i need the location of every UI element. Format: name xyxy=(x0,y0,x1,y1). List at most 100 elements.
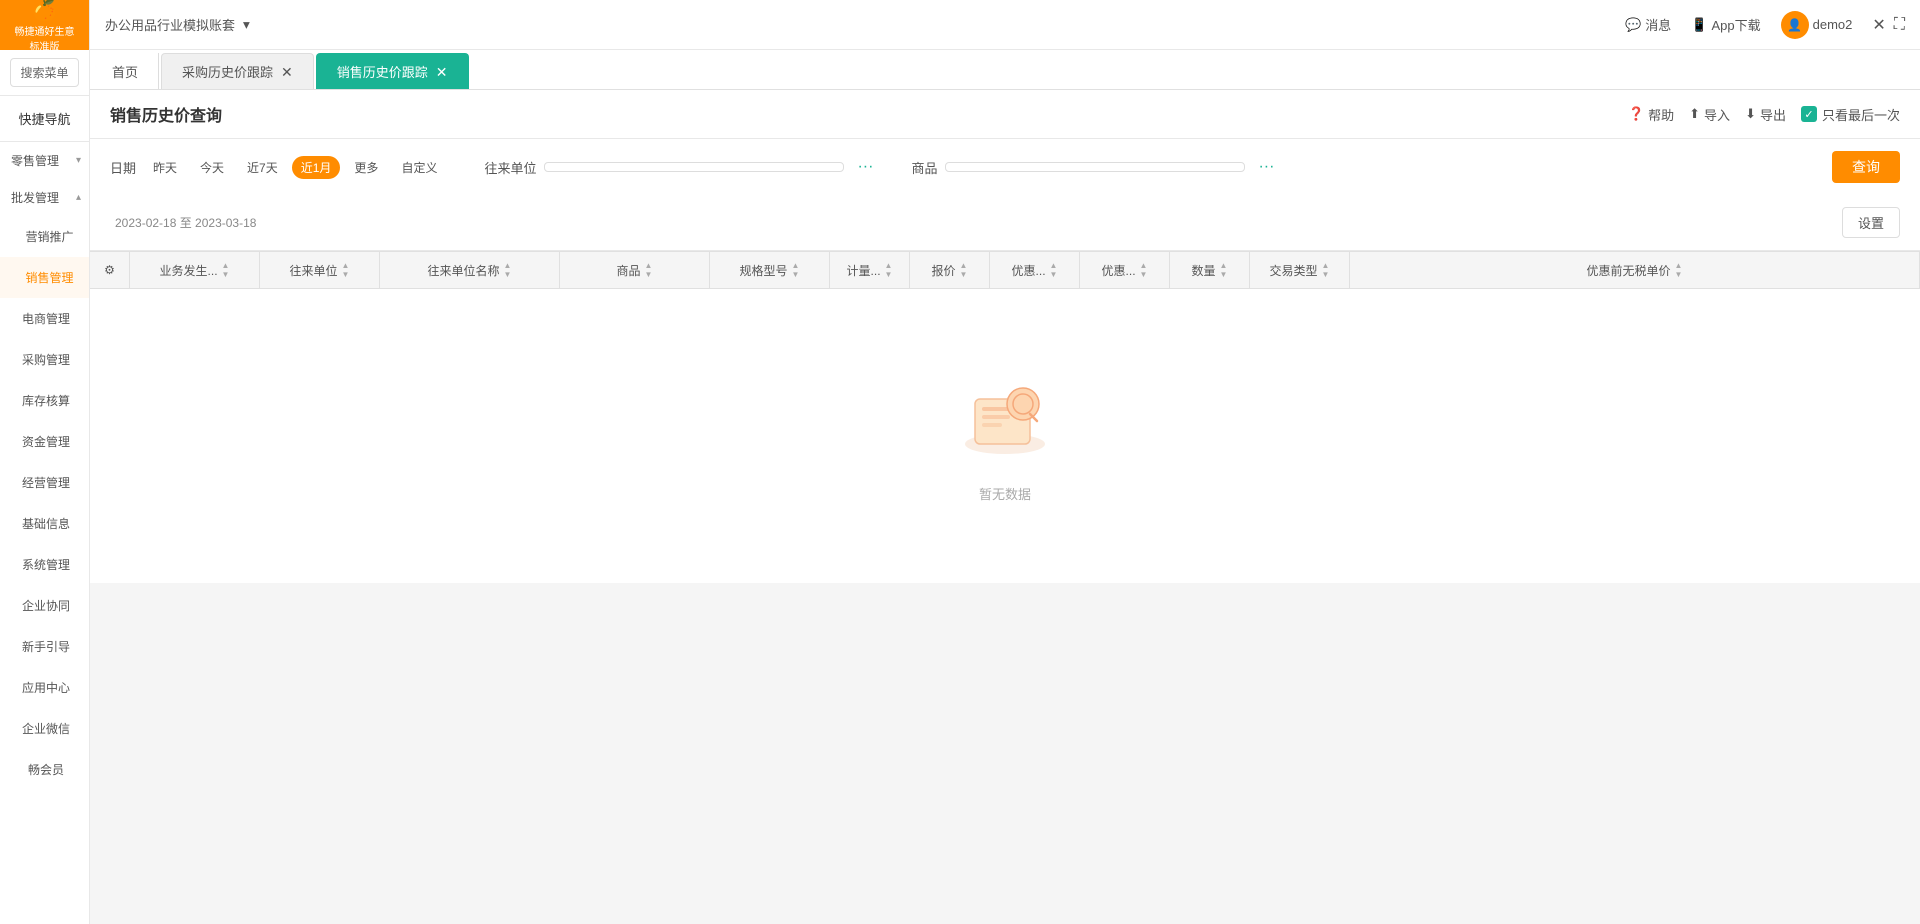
th-product[interactable]: 商品 ▲▼ xyxy=(560,252,710,288)
sidebar-item-enterprise[interactable]: 企业协同 xyxy=(0,585,89,626)
product-input[interactable] xyxy=(945,162,1245,172)
date-btn-7days[interactable]: 近7天 xyxy=(238,156,287,179)
only-last-checkbox-label[interactable]: ✓ 只看最后一次 xyxy=(1801,105,1900,124)
filter-row-2: 2023-02-18 至 2023-03-18 设置 xyxy=(110,207,1900,238)
th-spec[interactable]: 规格型号 ▲▼ xyxy=(710,252,830,288)
avatar: 👤 xyxy=(1781,11,1809,39)
only-last-checkbox[interactable]: ✓ xyxy=(1801,106,1817,122)
sort-icon-partner: ▲▼ xyxy=(342,262,350,279)
sidebar-search-area: 搜索菜单 xyxy=(0,50,89,96)
sidebar-item-finance-label: 资金管理 xyxy=(22,433,70,450)
sidebar-item-system[interactable]: 系统管理 xyxy=(0,544,89,585)
app-download-label: App下载 xyxy=(1712,15,1761,34)
th-price[interactable]: 报价 ▲▼ xyxy=(910,252,990,288)
sidebar-item-purchase[interactable]: 采购管理 xyxy=(0,339,89,380)
sort-icon-trade: ▲▼ xyxy=(1322,262,1330,279)
sidebar-item-apps[interactable]: 应用中心 xyxy=(0,667,89,708)
th-discount1[interactable]: 优惠... ▲▼ xyxy=(990,252,1080,288)
th-trade-label: 交易类型 xyxy=(1270,262,1318,279)
sidebar-item-retail-label: 零售管理 xyxy=(11,152,59,169)
window-controls: ✕ ⛶ xyxy=(1872,15,1905,35)
tab-purchase-close-icon[interactable]: ✕ xyxy=(281,65,293,79)
sidebar-item-wechat-label: 企业微信 xyxy=(22,720,70,737)
tab-sales-history[interactable]: 销售历史价跟踪 ✕ xyxy=(316,53,469,89)
th-discount2[interactable]: 优惠... ▲▼ xyxy=(1080,252,1170,288)
topbar-dropdown-button[interactable]: ▾ xyxy=(243,17,250,33)
main-area: 办公用品行业模拟账套 ▾ 💬 消息 📱 App下载 👤 demo2 ✕ ⛶ xyxy=(90,0,1920,924)
sort-icon-qty: ▲▼ xyxy=(1220,262,1228,279)
tab-purchase-history[interactable]: 采购历史价跟踪 ✕ xyxy=(161,53,314,89)
partner-dots[interactable]: ··· xyxy=(857,158,873,176)
tab-sales-close-icon[interactable]: ✕ xyxy=(436,65,448,79)
help-button[interactable]: ❓ 帮助 xyxy=(1628,105,1674,124)
th-gear[interactable]: ⚙ xyxy=(90,252,130,288)
sidebar-item-operations[interactable]: 经营管理 xyxy=(0,462,89,503)
sidebar-item-system-label: 系统管理 xyxy=(22,556,70,573)
sidebar-item-purchase-label: 采购管理 xyxy=(22,351,70,368)
sidebar-item-membership[interactable]: 畅会员 xyxy=(0,749,89,790)
sidebar-item-basic[interactable]: 基础信息 xyxy=(0,503,89,544)
user-area[interactable]: 👤 demo2 xyxy=(1781,11,1853,39)
topbar-right: 💬 消息 📱 App下载 👤 demo2 ✕ ⛶ xyxy=(1625,11,1905,39)
th-discount1-label: 优惠... xyxy=(1012,262,1046,279)
sort-icon-price: ▲▼ xyxy=(960,262,968,279)
export-label: 导出 xyxy=(1760,105,1786,124)
setting-button[interactable]: 设置 xyxy=(1842,207,1900,238)
empty-text: 暂无数据 xyxy=(979,484,1031,503)
product-dots[interactable]: ··· xyxy=(1258,158,1274,176)
sidebar-item-marketing[interactable]: 营销推广 xyxy=(0,216,89,257)
th-qty-label: 数量 xyxy=(1192,262,1216,279)
maximize-window-button[interactable]: ⛶ xyxy=(1894,16,1905,34)
sort-icon-pretax: ▲▼ xyxy=(1675,262,1683,279)
message-label: 消息 xyxy=(1645,15,1671,34)
sidebar-item-sales-mgmt[interactable]: 销售管理 xyxy=(0,257,89,298)
th-partner[interactable]: 往来单位 ▲▼ xyxy=(260,252,380,288)
partner-input[interactable] xyxy=(544,162,844,172)
filter-row-1: 日期 昨天 今天 近7天 近1月 更多 自定义 往来单位 ··· xyxy=(110,151,1900,183)
th-business[interactable]: 业务发生... ▲▼ xyxy=(130,252,260,288)
close-window-button[interactable]: ✕ xyxy=(1872,15,1885,35)
sidebar-item-retail[interactable]: 零售管理 ▾ xyxy=(0,142,89,179)
product-filter-label: 商品 xyxy=(911,158,937,177)
th-qty[interactable]: 数量 ▲▼ xyxy=(1170,252,1250,288)
help-label: 帮助 xyxy=(1648,105,1674,124)
sidebar-item-wechat[interactable]: 企业微信 xyxy=(0,708,89,749)
search-menu-button[interactable]: 搜索菜单 xyxy=(10,58,79,87)
sidebar-item-finance[interactable]: 资金管理 xyxy=(0,421,89,462)
topbar-left: 办公用品行业模拟账套 ▾ xyxy=(105,15,250,34)
product-filter: 商品 ··· xyxy=(911,158,1274,177)
sidebar-item-newbie[interactable]: 新手引导 xyxy=(0,626,89,667)
table-header: ⚙ 业务发生... ▲▼ 往来单位 ▲▼ 往来单位名称 ▲▼ 商品 ▲▼ xyxy=(90,251,1920,289)
th-partner-name[interactable]: 往来单位名称 ▲▼ xyxy=(380,252,560,288)
sort-icon-spec: ▲▼ xyxy=(792,262,800,279)
export-icon: ⬇ xyxy=(1745,106,1756,122)
date-btn-1month[interactable]: 近1月 xyxy=(292,156,341,179)
tab-home[interactable]: 首页 xyxy=(92,53,159,89)
page-title: 销售历史价查询 xyxy=(110,102,222,126)
sidebar-item-ecommerce[interactable]: 电商管理 xyxy=(0,298,89,339)
import-button[interactable]: ⬆ 导入 xyxy=(1689,105,1730,124)
app-download-button[interactable]: 📱 App下载 xyxy=(1691,15,1760,34)
query-button[interactable]: 查询 xyxy=(1832,151,1900,183)
sidebar-item-inventory[interactable]: 库存核算 xyxy=(0,380,89,421)
th-unit-label: 计量... xyxy=(847,262,881,279)
topbar-title: 办公用品行业模拟账套 xyxy=(105,15,235,34)
message-button[interactable]: 💬 消息 xyxy=(1625,15,1671,34)
date-btn-custom[interactable]: 自定义 xyxy=(392,156,446,179)
th-pretax[interactable]: 优惠前无税单价 ▲▼ xyxy=(1350,252,1920,288)
date-btn-more[interactable]: 更多 xyxy=(345,156,387,179)
quick-nav-button[interactable]: 快捷导航 xyxy=(0,101,89,136)
date-filter-label: 日期 xyxy=(110,158,136,177)
date-range-display: 2023-02-18 至 2023-03-18 xyxy=(115,214,256,231)
th-product-label: 商品 xyxy=(617,262,641,279)
th-unit[interactable]: 计量... ▲▼ xyxy=(830,252,910,288)
date-btn-today[interactable]: 今天 xyxy=(191,156,233,179)
sidebar-item-wholesale[interactable]: 批发管理 ▴ xyxy=(0,179,89,216)
export-button[interactable]: ⬇ 导出 xyxy=(1745,105,1786,124)
sort-icon-partner-name: ▲▼ xyxy=(504,262,512,279)
sidebar-item-sales-mgmt-label: 销售管理 xyxy=(25,269,73,286)
date-btn-yesterday[interactable]: 昨天 xyxy=(144,156,186,179)
th-trade[interactable]: 交易类型 ▲▼ xyxy=(1250,252,1350,288)
sort-icon-discount1: ▲▼ xyxy=(1050,262,1058,279)
app-logo[interactable]: 🍊 畅捷通好生意 标准版 xyxy=(0,0,89,50)
